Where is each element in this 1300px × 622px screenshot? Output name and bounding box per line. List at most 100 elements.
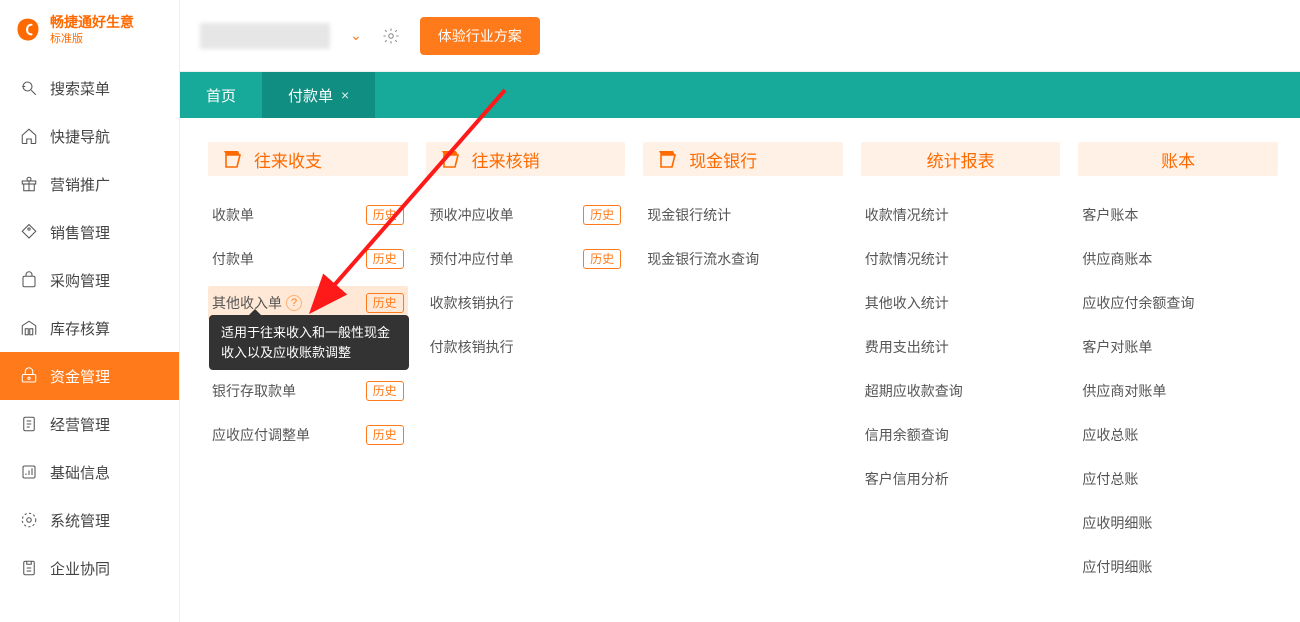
history-badge[interactable]: 历史 (583, 205, 621, 225)
menu-link[interactable]: 现金银行统计 (647, 205, 731, 225)
menu-link-row: 收款情况统计 (861, 198, 1061, 232)
tab-label: 付款单 (288, 85, 333, 106)
menu-link[interactable]: 客户账本 (1082, 205, 1138, 225)
content-area: 往来收支收款单历史付款单历史其他收入单 ?历史费用支出单历史银行存取款单历史应收… (180, 118, 1300, 622)
sidebar-item-label: 销售管理 (50, 222, 110, 243)
menu-link-row: 客户信用分析 (861, 462, 1061, 496)
menu-link-row: 客户账本 (1078, 198, 1278, 232)
menu-link[interactable]: 超期应收款查询 (865, 381, 963, 401)
menu-link-row: 付款情况统计 (861, 242, 1061, 276)
menu-link-row: 供应商账本 (1078, 242, 1278, 276)
menu-link-row: 应付明细账 (1078, 550, 1278, 584)
menu-link[interactable]: 应收明细账 (1082, 513, 1152, 533)
menu-link[interactable]: 供应商对账单 (1082, 381, 1166, 401)
menu-link[interactable]: 付款核销执行 (430, 337, 514, 357)
sidebar-item-gift[interactable]: 营销推广 (0, 160, 179, 208)
menu-link[interactable]: 费用支出统计 (865, 337, 949, 357)
sys-icon (20, 511, 38, 529)
try-industry-plan-button[interactable]: 体验行业方案 (420, 17, 540, 55)
menu-link[interactable]: 应收应付调整单 (212, 425, 310, 445)
menu-link[interactable]: 预付冲应付单 (430, 249, 514, 269)
menu-link-row: 超期应收款查询 (861, 374, 1061, 408)
tag-icon (20, 223, 38, 241)
section-title: 账本 (1161, 147, 1195, 172)
gift-icon (20, 175, 38, 193)
menu-link[interactable]: 银行存取款单 (212, 381, 296, 401)
menu-link[interactable]: 付款单 (212, 249, 254, 269)
history-badge[interactable]: 历史 (583, 249, 621, 269)
menu-link-row: 付款核销执行 (426, 330, 626, 364)
sidebar-nav-list: 搜索菜单快捷导航营销推广销售管理采购管理库存核算资金管理经营管理基础信息系统管理… (0, 64, 179, 592)
menu-link-row: 预收冲应收单 历史 (426, 198, 626, 232)
menu-link-row: 现金银行流水查询 (643, 242, 843, 276)
section-col-4: 账本客户账本供应商账本应收应付余额查询客户对账单供应商对账单应收总账应付总账应收… (1078, 142, 1278, 594)
help-tooltip: 适用于往来收入和一般性现金收入以及应收账款调整 (209, 315, 409, 370)
menu-link-row: 其他收入统计 (861, 286, 1061, 320)
sidebar-item-label: 营销推广 (50, 174, 110, 195)
sidebar: 畅捷通好生意 标准版 搜索菜单快捷导航营销推广销售管理采购管理库存核算资金管理经… (0, 0, 180, 622)
section-icon (655, 147, 679, 171)
menu-link-row: 应收总账 (1078, 418, 1278, 452)
tab-1[interactable]: 付款单 × (262, 72, 375, 118)
sidebar-item-label: 企业协同 (50, 558, 110, 579)
menu-link[interactable]: 收款单 (212, 205, 254, 225)
sidebar-item-doc[interactable]: 经营管理 (0, 400, 179, 448)
info-icon (20, 463, 38, 481)
menu-link[interactable]: 预收冲应收单 (430, 205, 514, 225)
help-icon[interactable]: ? (286, 295, 302, 311)
menu-link[interactable]: 客户信用分析 (865, 469, 949, 489)
section-title: 现金银行 (689, 147, 757, 172)
menu-link-row: 预付冲应付单 历史 (426, 242, 626, 276)
sidebar-item-label: 基础信息 (50, 462, 110, 483)
menu-link[interactable]: 付款情况统计 (865, 249, 949, 269)
sidebar-item-search[interactable]: 搜索菜单 (0, 64, 179, 112)
history-badge[interactable]: 历史 (366, 205, 404, 225)
sidebar-item-wallet[interactable]: 资金管理 (0, 352, 179, 400)
menu-link-row: 供应商对账单 (1078, 374, 1278, 408)
menu-link-row: 银行存取款单 历史 (208, 374, 408, 408)
settings-gear-icon[interactable] (382, 27, 400, 45)
menu-link[interactable]: 收款核销执行 (430, 293, 514, 313)
sidebar-item-sys[interactable]: 系统管理 (0, 496, 179, 544)
history-badge[interactable]: 历史 (366, 381, 404, 401)
sidebar-item-label: 快捷导航 (50, 126, 110, 147)
sidebar-item-tag[interactable]: 销售管理 (0, 208, 179, 256)
menu-link[interactable]: 客户对账单 (1082, 337, 1152, 357)
menu-link[interactable]: 应付明细账 (1082, 557, 1152, 577)
menu-link-row: 信用余额查询 (861, 418, 1061, 452)
close-icon[interactable]: × (341, 87, 349, 103)
org-dropdown-chevron-icon[interactable]: ⌄ (344, 27, 368, 44)
menu-link-row: 收款核销执行 (426, 286, 626, 320)
sidebar-item-home[interactable]: 快捷导航 (0, 112, 179, 160)
menu-link[interactable]: 应收应付余额查询 (1082, 293, 1194, 313)
sidebar-item-bag[interactable]: 采购管理 (0, 256, 179, 304)
sidebar-item-label: 系统管理 (50, 510, 110, 531)
section-header: 账本 (1078, 142, 1278, 176)
menu-link[interactable]: 其他收入统计 (865, 293, 949, 313)
history-badge[interactable]: 历史 (366, 249, 404, 269)
section-col-1: 往来核销预收冲应收单历史预付冲应付单历史收款核销执行付款核销执行 (426, 142, 626, 374)
menu-link[interactable]: 收款情况统计 (865, 205, 949, 225)
section-title: 统计报表 (927, 147, 995, 172)
section-icon (220, 147, 244, 171)
menu-link[interactable]: 应收总账 (1082, 425, 1138, 445)
sidebar-item-label: 采购管理 (50, 270, 110, 291)
menu-link[interactable]: 现金银行流水查询 (647, 249, 759, 269)
home-icon (20, 127, 38, 145)
sidebar-item-collab[interactable]: 企业协同 (0, 544, 179, 592)
section-col-2: 现金银行现金银行统计现金银行流水查询 (643, 142, 843, 286)
menu-link[interactable]: 信用余额查询 (865, 425, 949, 445)
history-badge[interactable]: 历史 (366, 425, 404, 445)
section-title: 往来核销 (472, 147, 540, 172)
sidebar-item-stock[interactable]: 库存核算 (0, 304, 179, 352)
menu-link[interactable]: 供应商账本 (1082, 249, 1152, 269)
section-title: 往来收支 (254, 147, 322, 172)
sidebar-item-info[interactable]: 基础信息 (0, 448, 179, 496)
doc-icon (20, 415, 38, 433)
wallet-icon (20, 367, 38, 385)
history-badge[interactable]: 历史 (366, 293, 404, 313)
tab-0[interactable]: 首页 (180, 72, 262, 118)
menu-link-row: 客户对账单 (1078, 330, 1278, 364)
section-col-0: 往来收支收款单历史付款单历史其他收入单 ?历史费用支出单历史银行存取款单历史应收… (208, 142, 408, 462)
menu-link[interactable]: 应付总账 (1082, 469, 1138, 489)
